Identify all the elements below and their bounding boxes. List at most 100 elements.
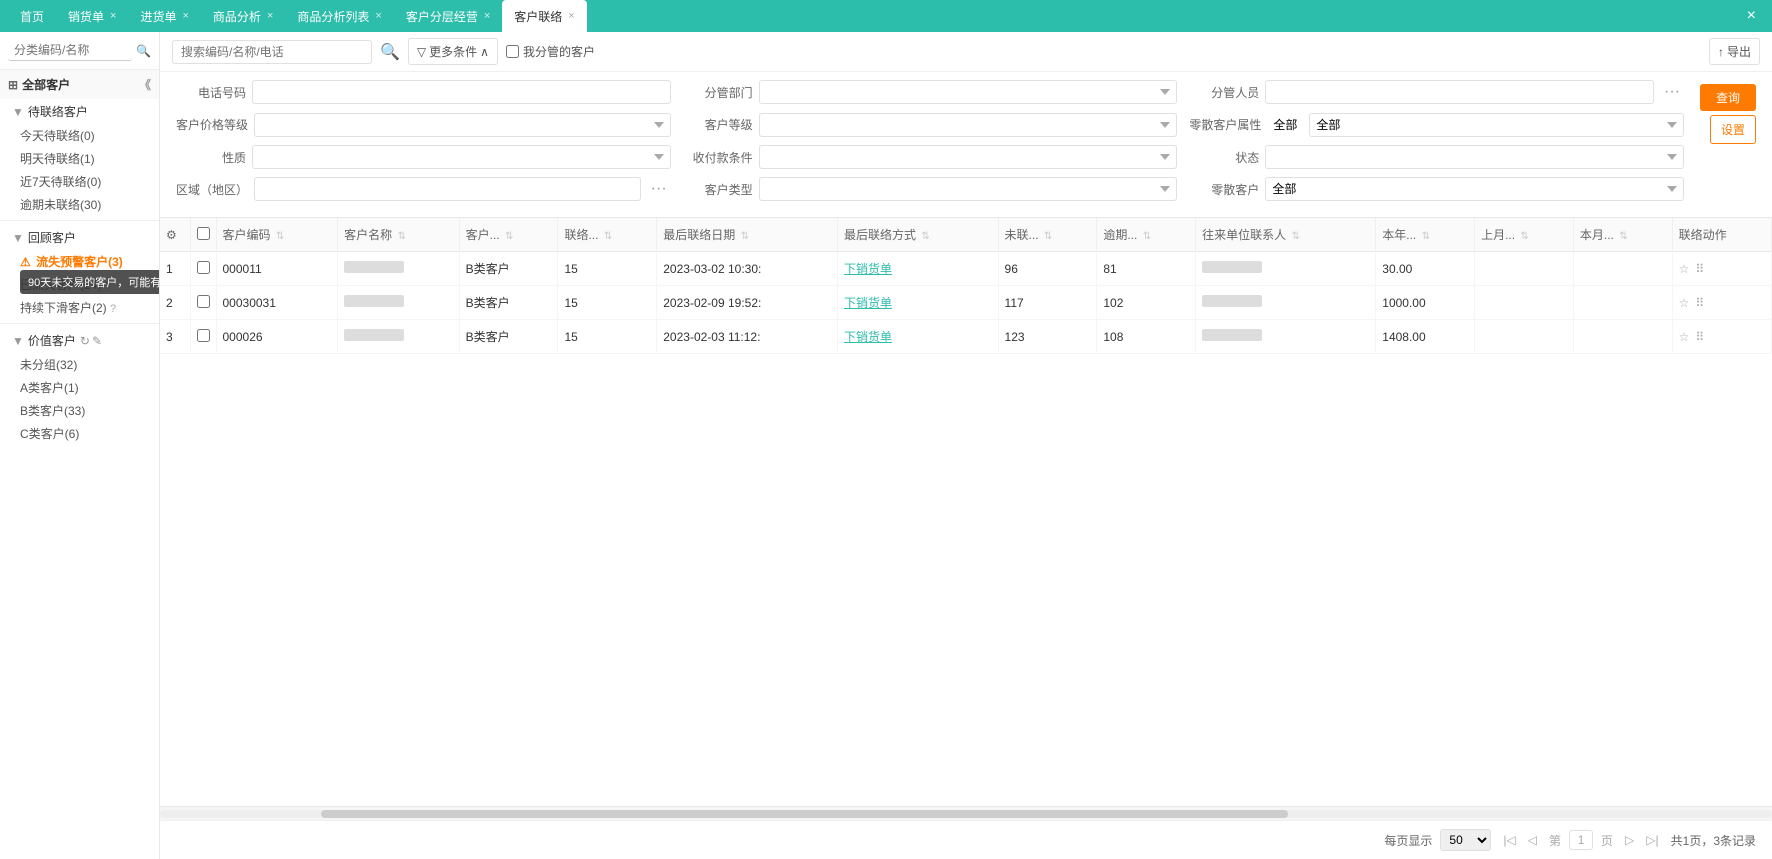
tab-close-sales[interactable]: × (110, 10, 116, 22)
more-action-icon[interactable]: ⠿ (1695, 330, 1704, 344)
gender-select[interactable] (252, 145, 671, 169)
tab-product-analysis[interactable]: 商品分析 × (201, 0, 285, 32)
col-this-month-header[interactable]: 本月... ⇅ (1573, 218, 1672, 252)
sidebar-item-declining[interactable]: 持续下滑客户(2) ? (0, 296, 159, 319)
tab-customer-contact[interactable]: 客户联络 × (502, 0, 586, 32)
filter-search-icon[interactable]: 🔍 (380, 42, 400, 62)
more-conditions-button[interactable]: ▽ 更多条件 ∧ (408, 38, 498, 65)
row-checkbox-1[interactable] (197, 295, 210, 308)
sort-icon-last-way: ⇅ (921, 231, 929, 242)
more-action-icon[interactable]: ⠿ (1695, 296, 1704, 310)
cell-checkbox[interactable] (190, 252, 216, 286)
cell-action: ☆ ⠿ (1672, 320, 1771, 354)
dept-label: 分管部门 (683, 84, 753, 101)
col-uncontact-header[interactable]: 未联... ⇅ (998, 218, 1097, 252)
query-button[interactable]: 查询 (1700, 84, 1756, 111)
prev-page-btn[interactable]: ◁ (1524, 831, 1541, 849)
last-way-link[interactable]: 下销货单 (844, 262, 892, 276)
last-page-btn[interactable]: ▷| (1642, 831, 1662, 849)
tab-home[interactable]: 首页 (8, 0, 56, 32)
my-customers-checkbox-label[interactable]: 我分管的客户 (506, 43, 595, 60)
tab-product-list[interactable]: 商品分析列表 × (285, 0, 393, 32)
first-page-btn[interactable]: |◁ (1499, 831, 1519, 849)
tab-customer-tier[interactable]: 客户分层经营 × (394, 0, 502, 32)
payment-select[interactable] (759, 145, 1178, 169)
cell-checkbox[interactable] (190, 286, 216, 320)
filter-search-input[interactable] (172, 40, 372, 64)
sidebar-item-overdue[interactable]: 逾期未联络(30) (0, 193, 159, 216)
sort-icon-uncontact: ⇅ (1044, 231, 1052, 242)
my-customers-checkbox[interactable] (506, 45, 519, 58)
refresh-icon[interactable]: ↻ (80, 334, 90, 348)
edit-icon[interactable]: ✎ (92, 334, 102, 348)
tab-close-product-analysis[interactable]: × (267, 10, 273, 22)
status-select[interactable] (1265, 145, 1684, 169)
cell-checkbox[interactable] (190, 320, 216, 354)
phone-input[interactable] (252, 80, 671, 104)
sidebar-item-today[interactable]: 今天待联络(0) (0, 124, 159, 147)
customer-type-select[interactable] (759, 177, 1178, 201)
region-more-btn[interactable]: ··· (647, 180, 671, 198)
sidebar-group-pending[interactable]: ▼ 待联络客户 (0, 99, 159, 124)
select-all-checkbox[interactable] (197, 227, 210, 240)
sidebar-item-ungrouped[interactable]: 未分组(32) (0, 353, 159, 376)
zero-attr-select[interactable]: 全部 (1309, 113, 1684, 137)
customer-level-select[interactable] (759, 113, 1178, 137)
sidebar-item-tomorrow[interactable]: 明天待联络(1) (0, 147, 159, 170)
col-unit-contact-header[interactable]: 往来单位联系人 ⇅ (1196, 218, 1376, 252)
col-settings[interactable]: ⚙ (160, 218, 190, 252)
sidebar-search-icon[interactable]: 🔍 (136, 44, 151, 58)
page-size-select[interactable]: 50 100 200 (1440, 829, 1491, 851)
sidebar-all-customers[interactable]: ⊞ 全部客户 《 (0, 70, 159, 99)
row-checkbox-2[interactable] (197, 329, 210, 342)
col-name-header[interactable]: 客户名称 ⇅ (338, 218, 460, 252)
customer-table-container: ⚙ 客户编码 ⇅ 客户名称 ⇅ 客户... ⇅ (160, 218, 1772, 806)
next-page-btn[interactable]: ▷ (1621, 831, 1638, 849)
col-last-month-header[interactable]: 上月... ⇅ (1475, 218, 1574, 252)
setting-button[interactable]: 设置 (1710, 115, 1756, 144)
sidebar-item-b-class[interactable]: B类客户(33) (0, 399, 159, 422)
contact-action-icon[interactable]: ☆ (1679, 296, 1690, 310)
last-way-link[interactable]: 下销货单 (844, 296, 892, 310)
col-overdue-header[interactable]: 逾期... ⇅ (1097, 218, 1196, 252)
row-checkbox-0[interactable] (197, 261, 210, 274)
contact-action-icon[interactable]: ☆ (1679, 262, 1690, 276)
cell-last-way[interactable]: 下销货单 (837, 320, 998, 354)
dept-select[interactable] (759, 80, 1178, 104)
export-button[interactable]: ↑ 导出 (1709, 38, 1760, 65)
col-last-date-header[interactable]: 最后联络日期 ⇅ (657, 218, 838, 252)
window-close-button[interactable]: × (1739, 7, 1764, 25)
col-last-way-header[interactable]: 最后联络方式 ⇅ (837, 218, 998, 252)
tab-close-purchase[interactable]: × (182, 10, 188, 22)
cell-last-way[interactable]: 下销货单 (837, 252, 998, 286)
tab-purchase[interactable]: 进货单 × (128, 0, 200, 32)
tab-close-customer-contact[interactable]: × (568, 10, 574, 22)
sidebar-group-churn[interactable]: ▼ 回顾客户 (0, 225, 159, 250)
tab-close-product-list[interactable]: × (375, 10, 381, 22)
person-more-btn[interactable]: ··· (1660, 83, 1684, 101)
sidebar-search-input[interactable] (8, 40, 132, 61)
last-way-link[interactable]: 下销货单 (844, 330, 892, 344)
horizontal-scrollbar[interactable] (160, 806, 1772, 820)
action-btn-group: 查询 设置 (1684, 80, 1756, 209)
person-input[interactable] (1265, 80, 1654, 104)
cell-last-way[interactable]: 下销货单 (837, 286, 998, 320)
col-code-header[interactable]: 客户编码 ⇅ (216, 218, 338, 252)
col-type-header[interactable]: 客户... ⇅ (459, 218, 558, 252)
col-checkbox-header[interactable] (190, 218, 216, 252)
zero-retail-select[interactable]: 全部 (1265, 177, 1684, 201)
col-contact-header[interactable]: 联络... ⇅ (558, 218, 657, 252)
sidebar-item-c-class[interactable]: C类客户(6) (0, 422, 159, 445)
col-this-year-header[interactable]: 本年... ⇅ (1376, 218, 1475, 252)
tab-sales-order[interactable]: 销货单 × (56, 0, 128, 32)
tab-close-customer-tier[interactable]: × (484, 10, 490, 22)
current-page-num[interactable]: 1 (1569, 830, 1593, 850)
price-level-select[interactable] (254, 113, 671, 137)
page-prefix: 第 (1545, 830, 1565, 851)
sidebar-group-value[interactable]: ▼ 价值客户 ↻ ✎ (0, 328, 159, 353)
sidebar-item-a-class[interactable]: A类客户(1) (0, 376, 159, 399)
contact-action-icon[interactable]: ☆ (1679, 330, 1690, 344)
region-input[interactable] (254, 177, 641, 201)
more-action-icon[interactable]: ⠿ (1695, 262, 1704, 276)
sidebar-item-7days[interactable]: 近7天待联络(0) (0, 170, 159, 193)
